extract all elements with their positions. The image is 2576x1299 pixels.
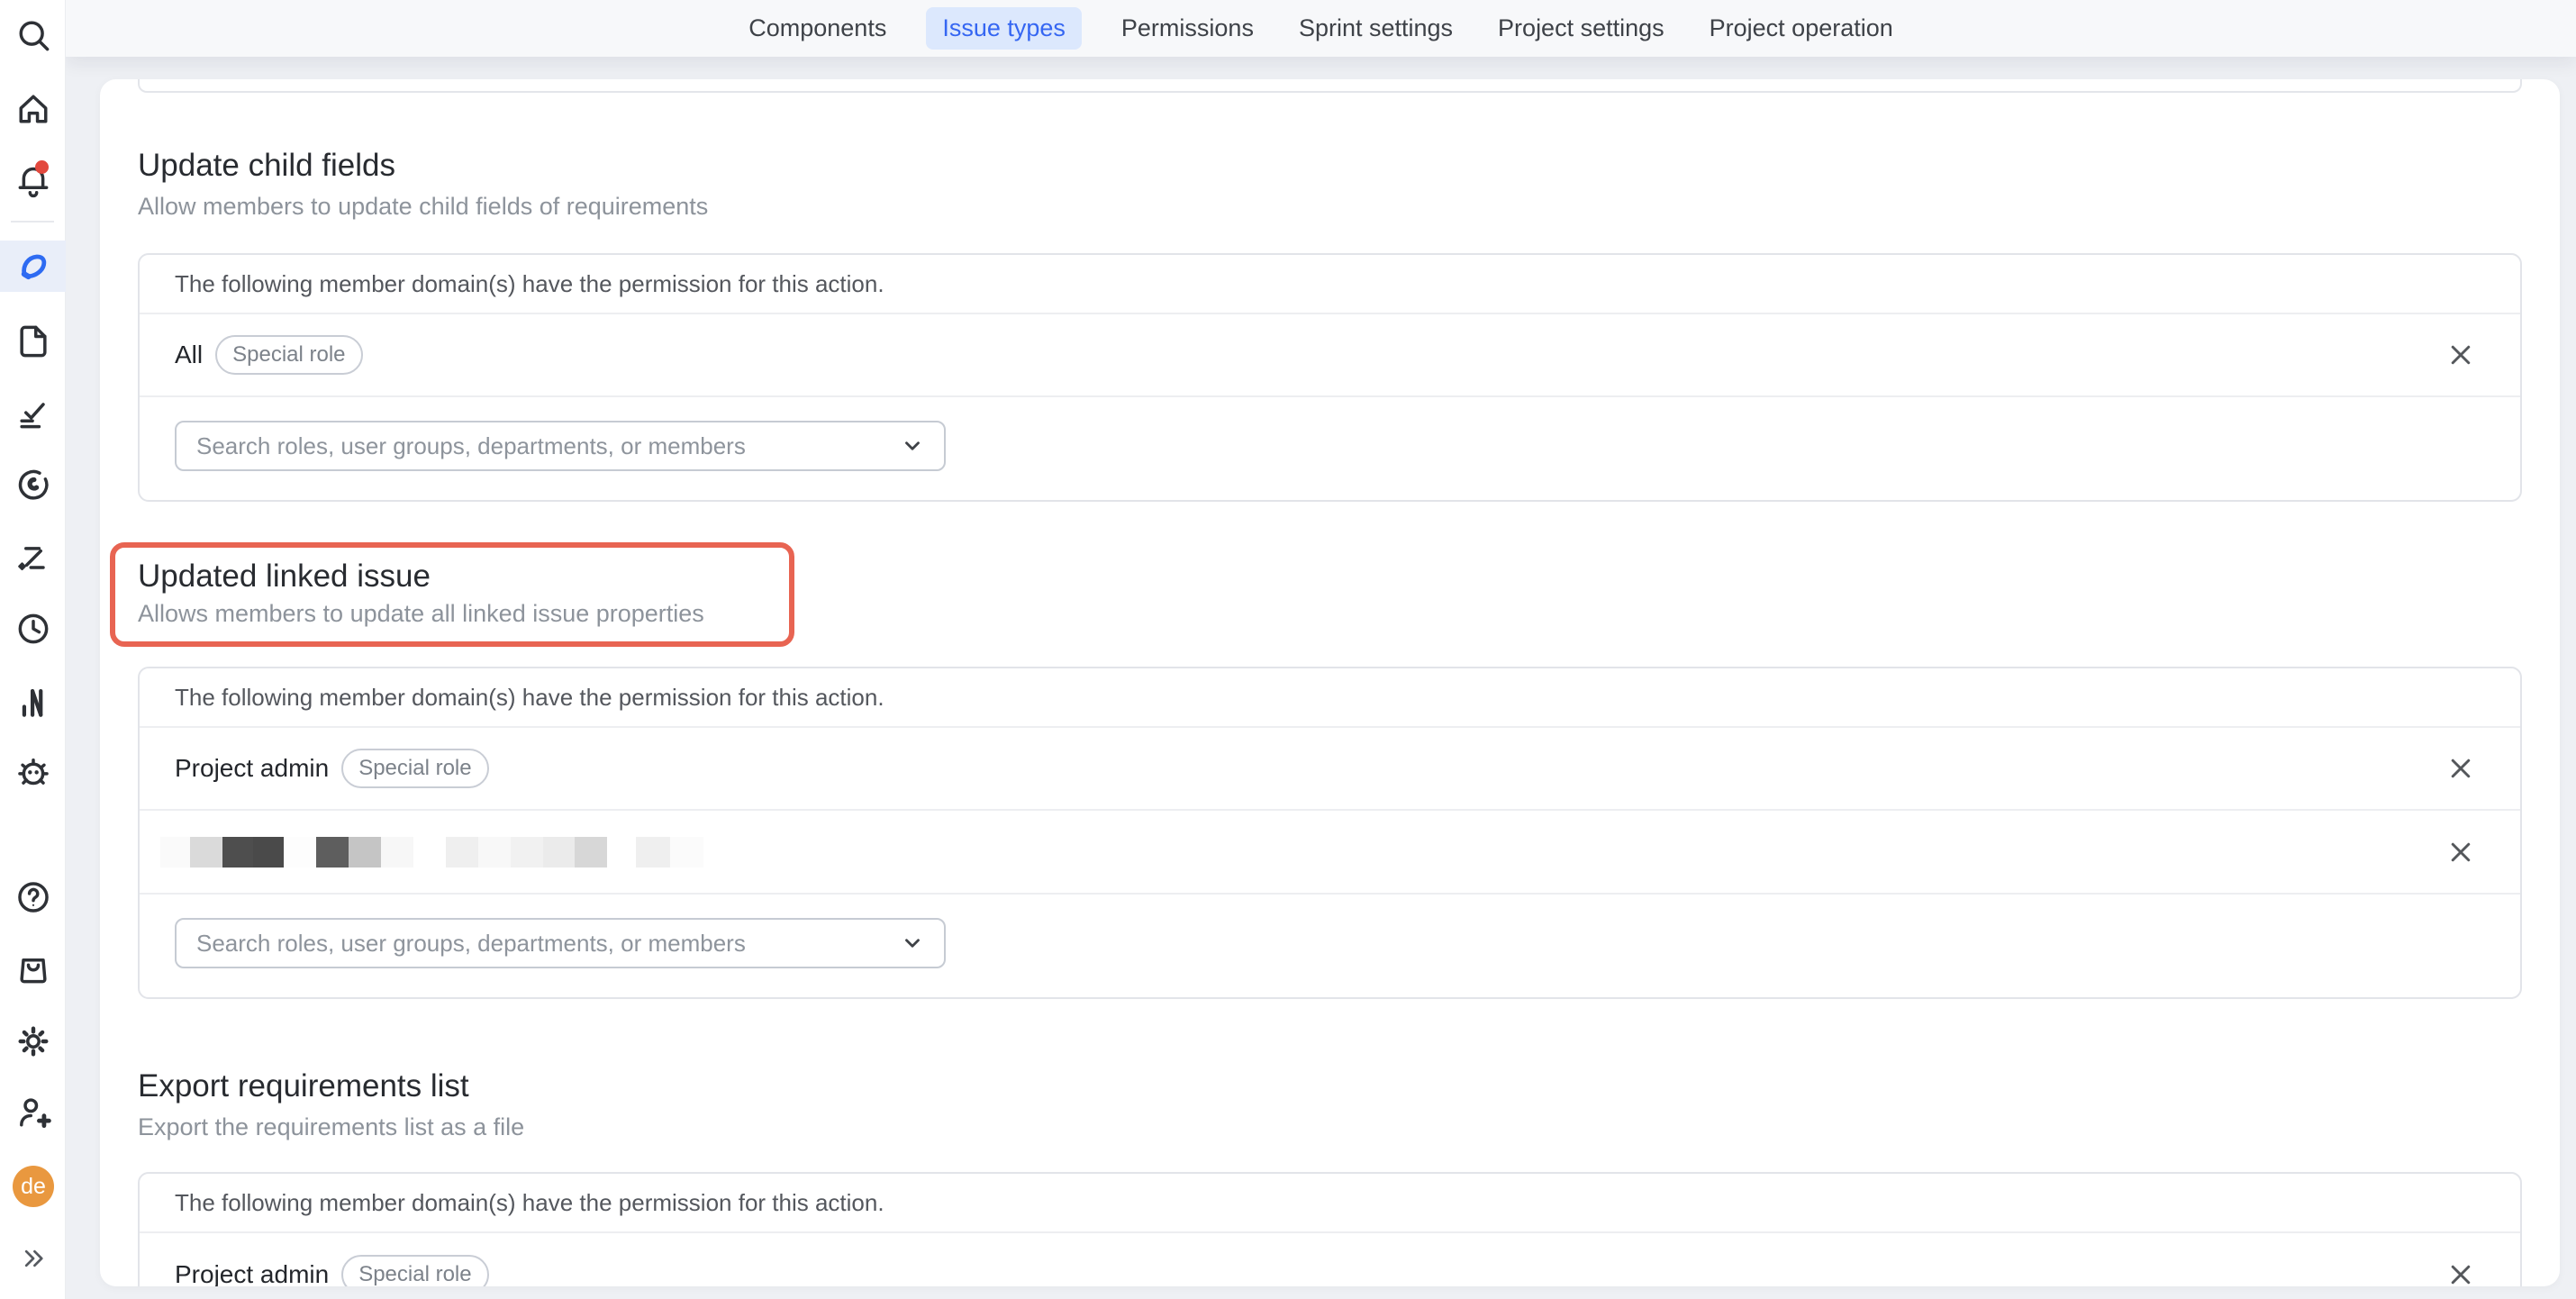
- remove-member-button[interactable]: [2441, 832, 2481, 872]
- help-icon[interactable]: [12, 876, 54, 918]
- wiki-page-icon[interactable]: [12, 320, 54, 362]
- previous-permission-box-bottom: [138, 79, 2522, 93]
- search-icon[interactable]: [12, 14, 54, 56]
- special-role-badge: Special role: [215, 334, 363, 376]
- home-icon[interactable]: [12, 87, 54, 130]
- notifications-bell-icon[interactable]: [12, 159, 54, 201]
- section-title-export-requirements-list: Export requirements list: [138, 1068, 469, 1104]
- member-search-row: Search roles, user groups, departments, …: [140, 397, 2520, 500]
- project-app-icon[interactable]: [12, 245, 54, 287]
- avatar[interactable]: de: [13, 1166, 54, 1207]
- tasks-check-icon[interactable]: [12, 392, 54, 434]
- permissions-content-card: Update child fields Allow members to upd…: [100, 79, 2560, 1286]
- left-sidebar: de: [0, 0, 66, 1299]
- project-tabs-bar: Components Issue types Permissions Sprin…: [66, 0, 2576, 57]
- section-title-update-child-fields: Update child fields: [138, 148, 395, 183]
- section-title-updated-linked-issue: Updated linked issue: [138, 559, 431, 594]
- chevron-down-icon: [905, 939, 920, 948]
- special-role-badge: Special role: [341, 748, 489, 789]
- member-name: All: [175, 341, 204, 368]
- notification-dot: [35, 160, 49, 174]
- permission-box-export-requirements-list: The following member domain(s) have the …: [138, 1172, 2522, 1286]
- permission-box-update-child-fields: The following member domain(s) have the …: [138, 253, 2522, 502]
- permission-box-header: The following member domain(s) have the …: [140, 1174, 2520, 1233]
- sprint-target-icon[interactable]: [12, 463, 54, 505]
- section-desc-updated-linked-issue: Allows members to update all linked issu…: [138, 600, 704, 627]
- collapse-chevrons-icon[interactable]: [12, 1237, 54, 1279]
- member-row-redacted: [140, 811, 2520, 895]
- bug-icon[interactable]: [12, 750, 54, 793]
- member-search-placeholder: Search roles, user groups, departments, …: [196, 929, 746, 957]
- permission-box-updated-linked-issue: The following member domain(s) have the …: [138, 667, 2522, 999]
- remove-member-button[interactable]: [2441, 749, 2481, 788]
- special-role-badge: Special role: [341, 1254, 489, 1286]
- chevron-down-icon: [905, 441, 920, 450]
- tab-sprint-settings[interactable]: Sprint settings: [1293, 7, 1458, 50]
- highlight-annotation-box: Updated linked issue Allows members to u…: [110, 542, 794, 647]
- tab-project-operation[interactable]: Project operation: [1704, 7, 1899, 50]
- marketplace-bag-icon[interactable]: [12, 946, 54, 988]
- pipeline-flow-icon[interactable]: [12, 536, 54, 578]
- member-name: Project admin: [175, 754, 330, 782]
- member-search-select[interactable]: Search roles, user groups, departments, …: [175, 918, 946, 968]
- remove-member-button[interactable]: [2441, 335, 2481, 375]
- member-row-project-admin: Project admin Special role: [140, 1233, 2520, 1286]
- section-desc-update-child-fields: Allow members to update child fields of …: [138, 193, 709, 220]
- tab-components[interactable]: Components: [743, 7, 892, 50]
- tab-project-settings[interactable]: Project settings: [1492, 7, 1670, 50]
- member-row-all: All Special role: [140, 314, 2520, 397]
- settings-gear-icon[interactable]: [12, 1020, 54, 1062]
- member-search-select[interactable]: Search roles, user groups, departments, …: [175, 421, 946, 471]
- permission-box-header: The following member domain(s) have the …: [140, 255, 2520, 314]
- report-chart-icon[interactable]: [12, 680, 54, 722]
- tab-permissions[interactable]: Permissions: [1116, 7, 1259, 50]
- add-member-icon[interactable]: [12, 1091, 54, 1133]
- member-name: Project admin: [175, 1260, 330, 1286]
- section-desc-export-requirements-list: Export the requirements list as a file: [138, 1113, 525, 1140]
- remove-member-button[interactable]: [2441, 1255, 2481, 1286]
- sidebar-divider: [11, 221, 54, 223]
- member-search-row: Search roles, user groups, departments, …: [140, 895, 2520, 997]
- member-row-project-admin: Project admin Special role: [140, 728, 2520, 811]
- redacted-member-blocks: [160, 836, 703, 868]
- permission-box-header: The following member domain(s) have the …: [140, 668, 2520, 728]
- tab-issue-types[interactable]: Issue types: [926, 6, 1082, 50]
- member-search-placeholder: Search roles, user groups, departments, …: [196, 431, 746, 459]
- time-clock-icon[interactable]: [12, 607, 54, 650]
